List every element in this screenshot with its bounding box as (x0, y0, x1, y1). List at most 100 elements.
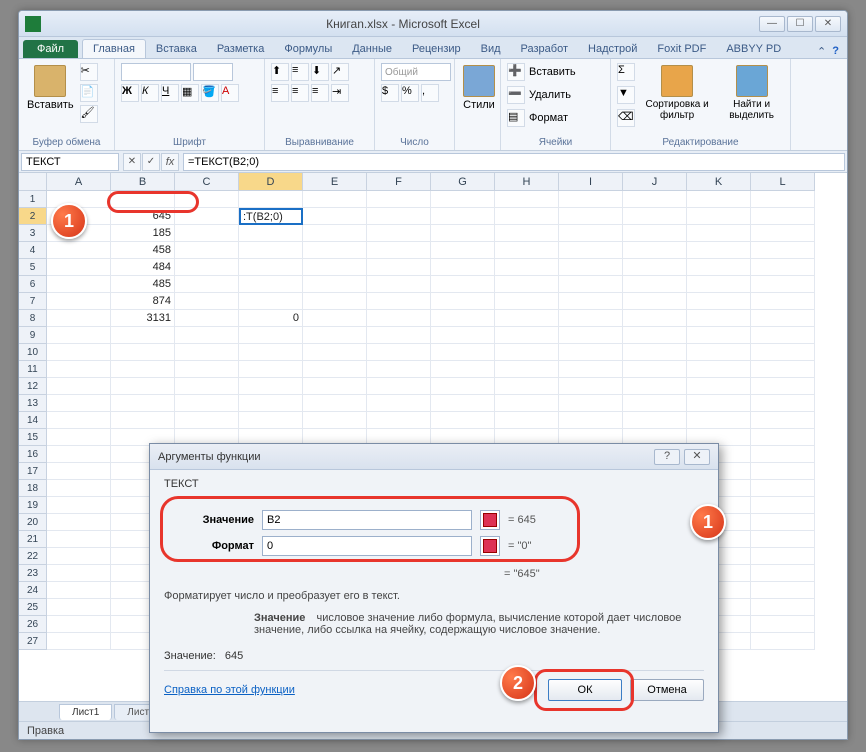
cell[interactable] (47, 378, 111, 395)
col-header[interactable]: D (239, 173, 303, 191)
cell[interactable] (367, 208, 431, 225)
cell[interactable] (175, 191, 239, 208)
tab-data[interactable]: Данные (342, 40, 402, 58)
row-header[interactable]: 5 (19, 259, 47, 276)
cell[interactable] (751, 395, 815, 412)
cell[interactable] (47, 463, 111, 480)
col-header[interactable]: A (47, 173, 111, 191)
cell[interactable] (623, 259, 687, 276)
cell[interactable] (303, 259, 367, 276)
fill-color-button[interactable]: 🪣 (201, 84, 219, 102)
cell[interactable] (47, 429, 111, 446)
row-header[interactable]: 18 (19, 480, 47, 497)
cell[interactable] (687, 225, 751, 242)
row-header[interactable]: 9 (19, 327, 47, 344)
font-name[interactable] (121, 63, 191, 81)
cell[interactable] (559, 310, 623, 327)
row-header[interactable]: 23 (19, 565, 47, 582)
cell[interactable] (239, 259, 303, 276)
align-right[interactable]: ≡ (311, 84, 329, 102)
format-cells[interactable]: ▤Формат (507, 109, 576, 127)
indent[interactable]: ⇥ (331, 84, 349, 102)
cell[interactable] (751, 480, 815, 497)
format-painter-icon[interactable]: 🖌 (80, 105, 98, 123)
cell[interactable] (431, 242, 495, 259)
cell[interactable] (47, 446, 111, 463)
cell[interactable] (495, 191, 559, 208)
dialog-help-link[interactable]: Справка по этой функции (164, 684, 295, 696)
cell[interactable] (47, 395, 111, 412)
cell[interactable] (623, 191, 687, 208)
row-header[interactable]: 10 (19, 344, 47, 361)
row-header[interactable]: 20 (19, 514, 47, 531)
cell[interactable] (495, 395, 559, 412)
cell[interactable] (239, 412, 303, 429)
cell[interactable]: 645 (111, 208, 175, 225)
formula-bar[interactable]: =ТЕКСТ(B2;0) (183, 153, 845, 171)
cell[interactable] (303, 293, 367, 310)
cell[interactable] (239, 293, 303, 310)
cell[interactable] (495, 378, 559, 395)
cell[interactable] (47, 548, 111, 565)
minimize-button[interactable]: — (759, 16, 785, 32)
cell[interactable] (495, 327, 559, 344)
tab-insert[interactable]: Вставка (146, 40, 207, 58)
cell[interactable] (47, 531, 111, 548)
tab-view[interactable]: Вид (471, 40, 511, 58)
cell[interactable] (751, 582, 815, 599)
cell[interactable] (431, 310, 495, 327)
cell[interactable] (175, 242, 239, 259)
cell[interactable] (303, 412, 367, 429)
cell[interactable] (687, 344, 751, 361)
cell[interactable] (751, 361, 815, 378)
cell[interactable] (751, 242, 815, 259)
row-header[interactable]: 19 (19, 497, 47, 514)
cell[interactable]: 185 (111, 225, 175, 242)
paste-button[interactable]: Вставить (25, 63, 76, 113)
cell[interactable] (175, 395, 239, 412)
arg1-input[interactable] (262, 510, 472, 530)
cell[interactable] (47, 276, 111, 293)
align-middle[interactable]: ≡ (291, 63, 309, 81)
cancel-formula-icon[interactable]: ✕ (123, 153, 141, 171)
percent-button[interactable]: % (401, 84, 419, 102)
cell[interactable] (175, 361, 239, 378)
bold-button[interactable]: Ж (121, 84, 139, 102)
cell[interactable] (751, 548, 815, 565)
cell[interactable] (559, 225, 623, 242)
tab-review[interactable]: Рецензир (402, 40, 471, 58)
cell[interactable] (303, 208, 367, 225)
cell[interactable] (623, 344, 687, 361)
col-header[interactable]: E (303, 173, 367, 191)
cell[interactable] (559, 293, 623, 310)
cell[interactable] (303, 242, 367, 259)
cell[interactable] (303, 344, 367, 361)
cell[interactable] (751, 276, 815, 293)
cell[interactable] (431, 378, 495, 395)
cell[interactable] (47, 599, 111, 616)
row-header[interactable]: 17 (19, 463, 47, 480)
cell[interactable] (687, 361, 751, 378)
cell[interactable] (751, 565, 815, 582)
dialog-help-button[interactable]: ? (654, 449, 680, 465)
cut-icon[interactable]: ✂ (80, 63, 98, 81)
cell[interactable] (751, 599, 815, 616)
cell[interactable] (751, 293, 815, 310)
cell[interactable] (47, 582, 111, 599)
cell[interactable] (239, 395, 303, 412)
cell[interactable] (239, 361, 303, 378)
clear-icon[interactable]: ⌫ (617, 109, 635, 127)
ok-button[interactable]: ОК (548, 679, 622, 701)
styles-button[interactable]: Стили (461, 63, 497, 113)
autosum-icon[interactable]: Σ (617, 63, 635, 81)
cell[interactable] (47, 480, 111, 497)
cell[interactable]: 874 (111, 293, 175, 310)
cell[interactable] (239, 242, 303, 259)
cell[interactable] (47, 259, 111, 276)
cell[interactable] (751, 225, 815, 242)
copy-icon[interactable]: 📄 (80, 84, 98, 102)
cell[interactable] (559, 208, 623, 225)
cell[interactable] (751, 429, 815, 446)
cell[interactable] (431, 412, 495, 429)
cell[interactable] (47, 565, 111, 582)
